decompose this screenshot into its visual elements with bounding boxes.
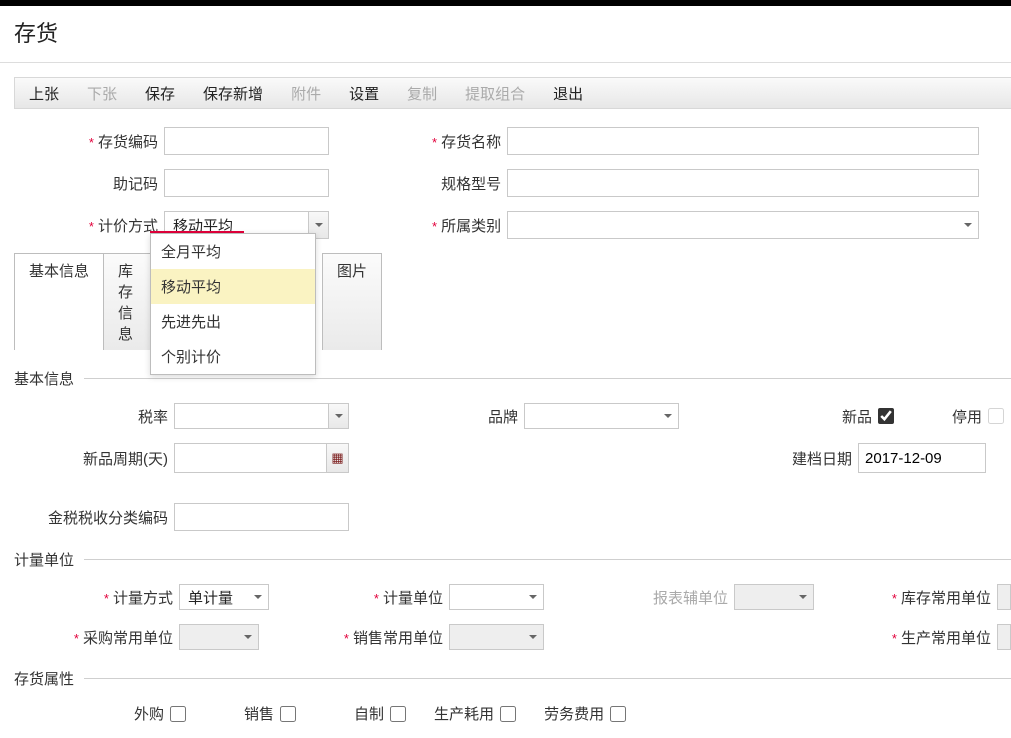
disabled-label: 停用 xyxy=(952,406,988,427)
save-new-button[interactable]: 保存新增 xyxy=(203,83,263,104)
page-title: 存货 xyxy=(0,6,1011,63)
attr-outsourced-checkbox[interactable] xyxy=(170,706,186,722)
brand-select[interactable] xyxy=(524,403,679,429)
name-input[interactable] xyxy=(507,127,979,155)
new-label: 新品 xyxy=(842,406,878,427)
create-date-label: 建档日期 xyxy=(792,448,858,469)
sales-unit-select[interactable] xyxy=(449,624,544,650)
tax-select[interactable] xyxy=(174,403,349,429)
save-button[interactable]: 保存 xyxy=(145,83,175,104)
calendar-icon[interactable]: ▦ xyxy=(326,444,348,472)
mnemonic-label: 助记码 xyxy=(14,173,164,194)
new-period-input[interactable]: ▦ xyxy=(174,443,349,473)
brand-label: 品牌 xyxy=(354,406,524,427)
tab-image[interactable]: 图片 xyxy=(322,253,382,350)
chevron-down-icon xyxy=(658,404,678,428)
attr-sales-checkbox[interactable] xyxy=(280,706,296,722)
attr-sales-label: 销售 xyxy=(244,703,280,724)
attachment-button[interactable]: 附件 xyxy=(291,83,321,104)
valuation-option-fifo[interactable]: 先进先出 xyxy=(151,304,315,339)
report-unit-label: 报表辅单位 xyxy=(554,587,734,608)
chevron-down-icon xyxy=(523,625,543,649)
code-input[interactable] xyxy=(164,127,329,155)
sales-unit-label: 销售常用单位 xyxy=(284,627,449,648)
valuation-option-moving-avg[interactable]: 移动平均 xyxy=(151,269,315,304)
extract-button[interactable]: 提取组合 xyxy=(465,83,525,104)
tab-basic[interactable]: 基本信息 xyxy=(14,253,104,350)
attr-labor-checkbox[interactable] xyxy=(610,706,626,722)
stock-unit-select[interactable] xyxy=(997,584,1011,610)
chevron-down-icon xyxy=(328,404,348,428)
attr-outsourced-label: 外购 xyxy=(134,703,170,724)
toolbar: 上张 下张 保存 保存新增 附件 设置 复制 提取组合 退出 xyxy=(14,77,1011,109)
gold-tax-label: 金税税收分类编码 xyxy=(14,507,174,528)
prev-button[interactable]: 上张 xyxy=(29,83,59,104)
spec-input[interactable] xyxy=(507,169,979,197)
attr-consumed-label: 生产耗用 xyxy=(434,703,500,724)
copy-button[interactable]: 复制 xyxy=(407,83,437,104)
attr-selfmade-label: 自制 xyxy=(354,703,390,724)
production-unit-select[interactable] xyxy=(997,624,1011,650)
category-select[interactable] xyxy=(507,211,979,239)
chevron-down-icon xyxy=(793,585,813,609)
tab-stock[interactable]: 库存信息 xyxy=(103,253,157,350)
exit-button[interactable]: 退出 xyxy=(553,83,583,104)
name-label: 存货名称 xyxy=(359,131,507,152)
new-checkbox[interactable] xyxy=(878,408,894,424)
disabled-checkbox[interactable] xyxy=(988,408,1004,424)
valuation-label: 计价方式 xyxy=(14,215,164,236)
attr-labor-label: 劳务费用 xyxy=(544,703,610,724)
attr-consumed-checkbox[interactable] xyxy=(500,706,516,722)
chevron-down-icon xyxy=(238,625,258,649)
unit-method-select[interactable]: 单计量 xyxy=(179,584,269,610)
chevron-down-icon xyxy=(248,585,268,609)
section-units: 计量单位 xyxy=(14,549,1011,570)
purchase-unit-label: 采购常用单位 xyxy=(14,627,179,648)
category-label: 所属类别 xyxy=(359,215,507,236)
create-date-input[interactable] xyxy=(858,443,986,473)
new-period-label: 新品周期(天) xyxy=(14,448,174,469)
tax-label: 税率 xyxy=(14,406,174,427)
settings-button[interactable]: 设置 xyxy=(349,83,379,104)
purchase-unit-select[interactable] xyxy=(179,624,259,650)
unit-select[interactable] xyxy=(449,584,544,610)
unit-label: 计量单位 xyxy=(284,587,449,608)
attr-selfmade-checkbox[interactable] xyxy=(390,706,406,722)
spec-label: 规格型号 xyxy=(359,173,507,194)
gold-tax-input[interactable] xyxy=(174,503,349,531)
next-button[interactable]: 下张 xyxy=(87,83,117,104)
unit-method-label: 计量方式 xyxy=(14,587,179,608)
report-unit-select xyxy=(734,584,814,610)
chevron-down-icon xyxy=(958,212,978,238)
section-attrs: 存货属性 xyxy=(14,668,1011,689)
production-unit-label: 生产常用单位 xyxy=(892,627,997,648)
stock-unit-label: 库存常用单位 xyxy=(892,587,997,608)
valuation-dropdown: 全月平均 移动平均 先进先出 个别计价 xyxy=(150,233,316,375)
code-label: 存货编码 xyxy=(14,131,164,152)
valuation-option-monthly-avg[interactable]: 全月平均 xyxy=(151,234,315,269)
mnemonic-input[interactable] xyxy=(164,169,329,197)
valuation-option-individual[interactable]: 个别计价 xyxy=(151,339,315,374)
chevron-down-icon xyxy=(523,585,543,609)
